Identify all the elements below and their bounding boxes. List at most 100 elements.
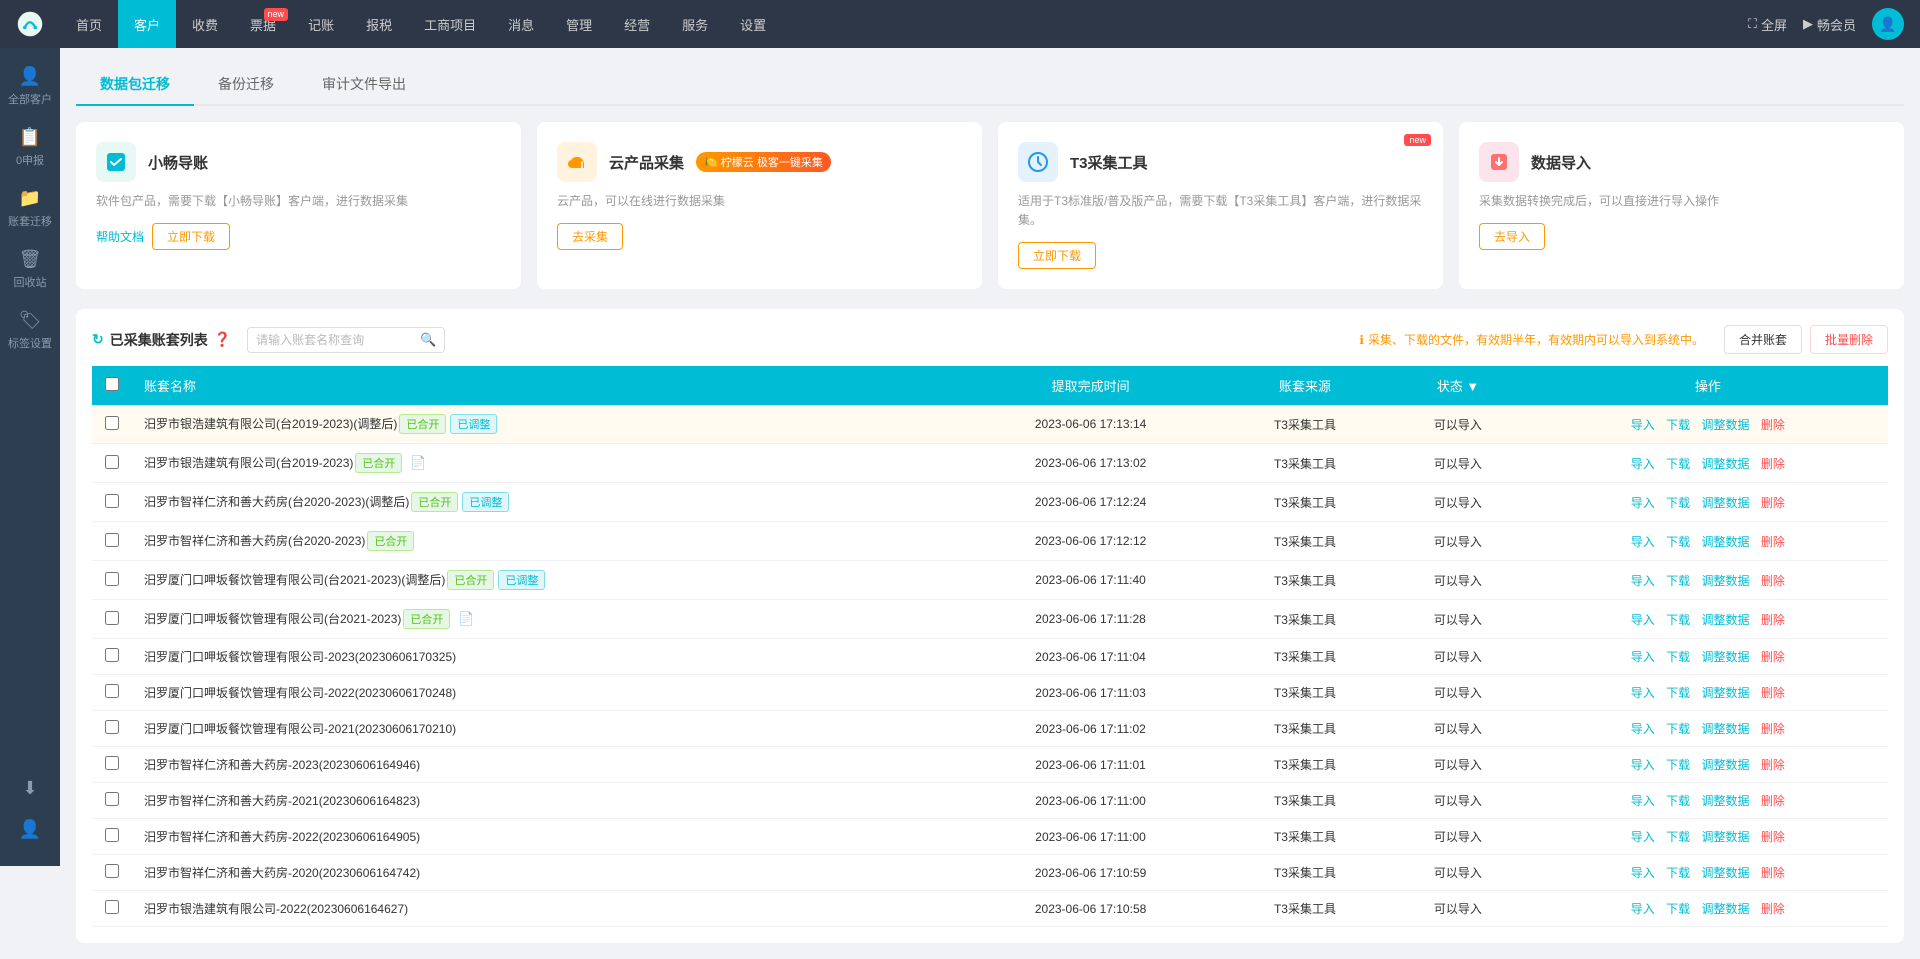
import-action[interactable]: 导入 (1631, 418, 1655, 432)
tab-audit-export[interactable]: 审计文件导出 (298, 64, 430, 106)
nav-message[interactable]: 消息 (492, 0, 550, 48)
refresh-icon[interactable]: ↻ (92, 331, 104, 348)
download-action[interactable]: 下载 (1666, 686, 1690, 700)
delete-action[interactable]: 删除 (1761, 574, 1785, 588)
sidebar-item-account-migration[interactable]: 📁 账套迁移 (0, 178, 60, 239)
adjust-action[interactable]: 调整数据 (1701, 418, 1749, 432)
download-action[interactable]: 下载 (1666, 574, 1690, 588)
batch-delete-button[interactable]: 批量删除 (1810, 325, 1888, 354)
import-action[interactable]: 导入 (1631, 722, 1655, 736)
adjust-action[interactable]: 调整数据 (1701, 496, 1749, 510)
adjust-action[interactable]: 调整数据 (1701, 722, 1749, 736)
app-logo[interactable] (0, 0, 60, 48)
delete-action[interactable]: 删除 (1761, 535, 1785, 549)
import-action[interactable]: 导入 (1631, 535, 1655, 549)
search-icon[interactable]: 🔍 (420, 332, 436, 348)
nav-fee[interactable]: 收费 (176, 0, 234, 48)
import-action[interactable]: 导入 (1631, 794, 1655, 808)
adjust-action[interactable]: 调整数据 (1701, 574, 1749, 588)
delete-action[interactable]: 删除 (1761, 902, 1785, 916)
delete-action[interactable]: 删除 (1761, 418, 1785, 432)
import-action[interactable]: 导入 (1631, 686, 1655, 700)
delete-action[interactable]: 删除 (1761, 794, 1785, 808)
nav-tax[interactable]: 报税 (350, 0, 408, 48)
sidebar-item-user[interactable]: 👤 (0, 809, 60, 850)
row-checkbox[interactable] (105, 648, 119, 662)
sidebar-item-tag-settings[interactable]: 🏷 标签设置 (0, 300, 60, 361)
download-action[interactable]: 下载 (1666, 902, 1690, 916)
row-checkbox[interactable] (105, 792, 119, 806)
import-action[interactable]: 导入 (1631, 650, 1655, 664)
user-avatar[interactable]: 👤 (1872, 8, 1904, 40)
member-button[interactable]: ▶ 畅会员 (1803, 15, 1856, 34)
nav-invoice[interactable]: 票据new (234, 0, 292, 48)
nav-service[interactable]: 服务 (666, 0, 724, 48)
adjust-action[interactable]: 调整数据 (1701, 866, 1749, 880)
download-action[interactable]: 下载 (1666, 535, 1690, 549)
download-action[interactable]: 下载 (1666, 794, 1690, 808)
nav-home[interactable]: 首页 (60, 0, 118, 48)
download-action[interactable]: 下载 (1666, 830, 1690, 844)
import-action[interactable]: 导入 (1631, 457, 1655, 471)
row-checkbox[interactable] (105, 900, 119, 914)
nav-business[interactable]: 工商项目 (408, 0, 492, 48)
goto-import-button[interactable]: 去导入 (1479, 223, 1545, 250)
download-now-button[interactable]: 立即下载 (152, 223, 230, 250)
sidebar-item-recycle-bin[interactable]: 🗑 回收站 (0, 239, 60, 300)
search-input[interactable] (256, 333, 416, 347)
import-action[interactable]: 导入 (1631, 830, 1655, 844)
adjust-action[interactable]: 调整数据 (1701, 902, 1749, 916)
adjust-action[interactable]: 调整数据 (1701, 535, 1749, 549)
adjust-action[interactable]: 调整数据 (1701, 650, 1749, 664)
row-checkbox[interactable] (105, 828, 119, 842)
nav-operation[interactable]: 经营 (608, 0, 666, 48)
download-action[interactable]: 下载 (1666, 496, 1690, 510)
row-checkbox[interactable] (105, 720, 119, 734)
sidebar-item-download[interactable]: ⬇ (0, 768, 60, 809)
import-action[interactable]: 导入 (1631, 758, 1655, 772)
row-checkbox[interactable] (105, 533, 119, 547)
row-checkbox[interactable] (105, 494, 119, 508)
download-action[interactable]: 下载 (1666, 866, 1690, 880)
download-action[interactable]: 下载 (1666, 650, 1690, 664)
download-action[interactable]: 下载 (1666, 418, 1690, 432)
merge-account-button[interactable]: 合并账套 (1724, 325, 1802, 354)
row-checkbox[interactable] (105, 864, 119, 878)
adjust-action[interactable]: 调整数据 (1701, 686, 1749, 700)
goto-collect-button[interactable]: 去采集 (557, 223, 623, 250)
row-checkbox[interactable] (105, 756, 119, 770)
download-action[interactable]: 下载 (1666, 457, 1690, 471)
help-icon[interactable]: ❓ (214, 331, 231, 348)
sidebar-item-all-customers[interactable]: 👤 全部客户 (0, 56, 60, 117)
delete-action[interactable]: 删除 (1761, 722, 1785, 736)
tab-backup-migration[interactable]: 备份迁移 (194, 64, 298, 106)
delete-action[interactable]: 删除 (1761, 496, 1785, 510)
t3-download-button[interactable]: 立即下载 (1018, 242, 1096, 269)
import-action[interactable]: 导入 (1631, 866, 1655, 880)
nav-customer[interactable]: 客户 (118, 0, 176, 48)
row-checkbox[interactable] (105, 416, 119, 430)
fullscreen-button[interactable]: ⛶ 全屏 (1748, 15, 1787, 34)
import-action[interactable]: 导入 (1631, 613, 1655, 627)
sidebar-item-zero-declaration[interactable]: 📋 0申报 (0, 117, 60, 178)
adjust-action[interactable]: 调整数据 (1701, 457, 1749, 471)
row-checkbox[interactable] (105, 572, 119, 586)
delete-action[interactable]: 删除 (1761, 758, 1785, 772)
delete-action[interactable]: 删除 (1761, 613, 1785, 627)
help-doc-link[interactable]: 帮助文档 (96, 228, 144, 245)
adjust-action[interactable]: 调整数据 (1701, 758, 1749, 772)
nav-manage[interactable]: 管理 (550, 0, 608, 48)
delete-action[interactable]: 删除 (1761, 866, 1785, 880)
download-action[interactable]: 下载 (1666, 613, 1690, 627)
import-action[interactable]: 导入 (1631, 574, 1655, 588)
row-checkbox[interactable] (105, 684, 119, 698)
delete-action[interactable]: 删除 (1761, 457, 1785, 471)
select-all-checkbox[interactable] (105, 377, 119, 391)
download-action[interactable]: 下载 (1666, 758, 1690, 772)
import-action[interactable]: 导入 (1631, 902, 1655, 916)
delete-action[interactable]: 删除 (1761, 650, 1785, 664)
adjust-action[interactable]: 调整数据 (1701, 613, 1749, 627)
import-action[interactable]: 导入 (1631, 496, 1655, 510)
row-checkbox[interactable] (105, 455, 119, 469)
nav-accounting[interactable]: 记账 (292, 0, 350, 48)
